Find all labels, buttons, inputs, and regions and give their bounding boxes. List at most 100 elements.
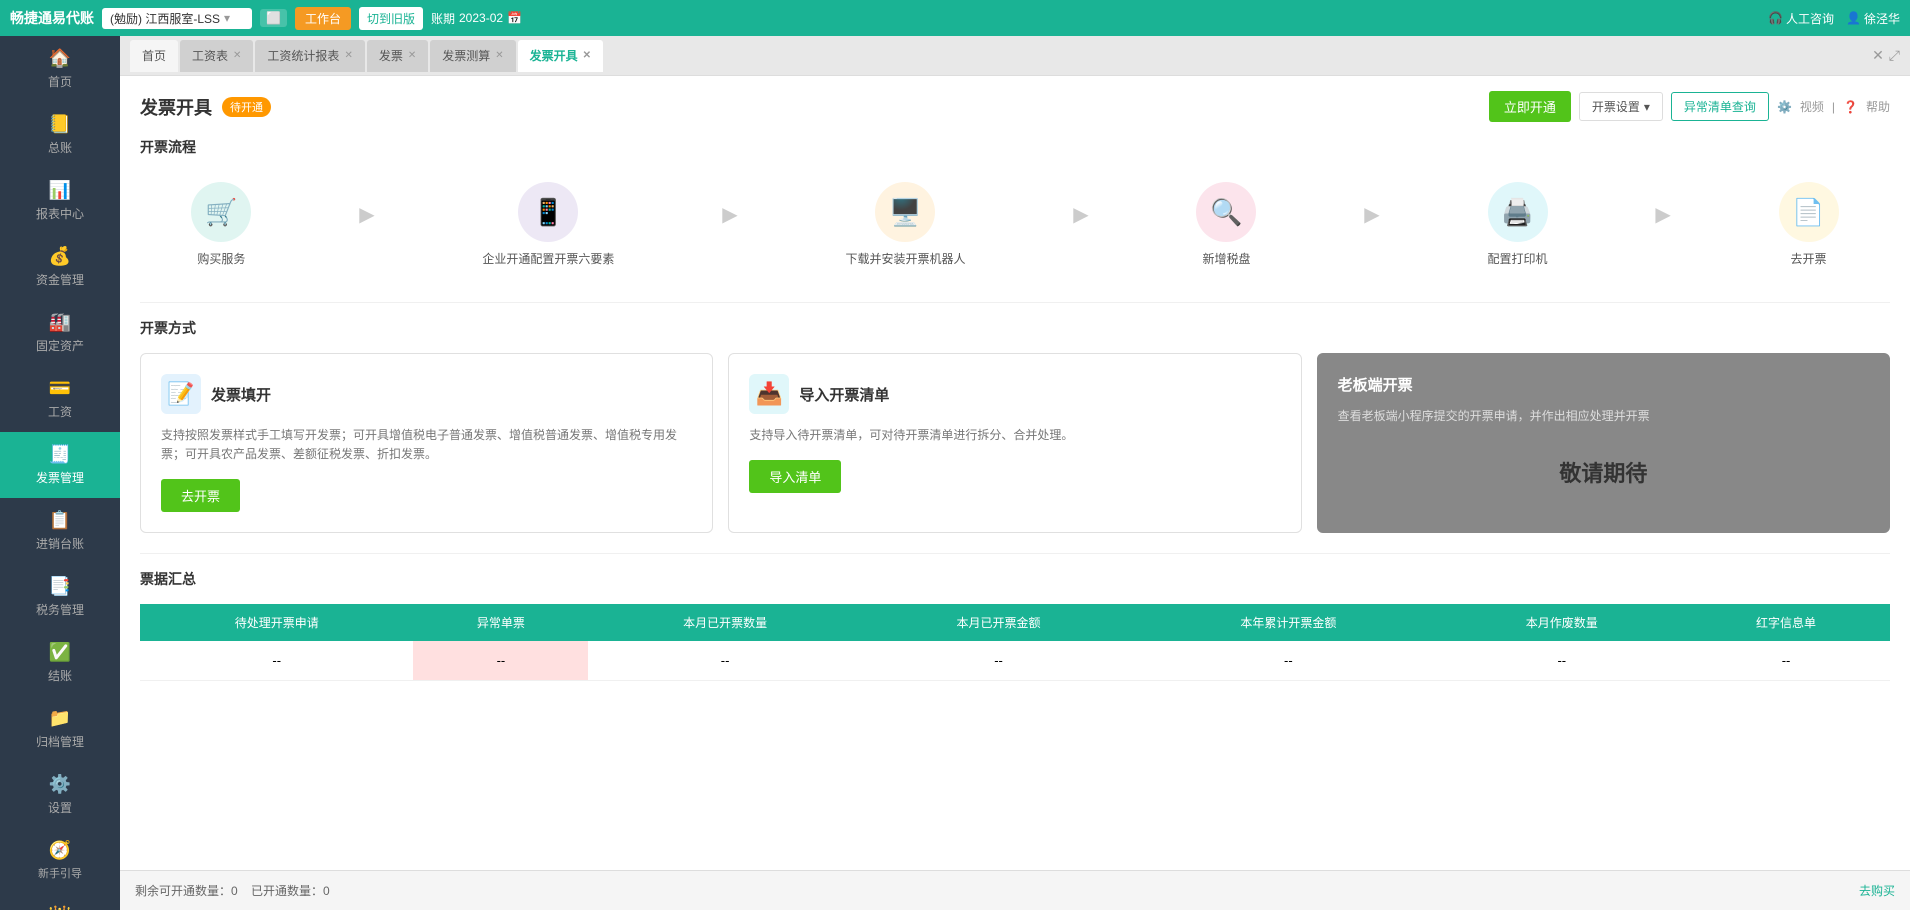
tab-invoice-calc[interactable]: 发票测算 ✕ [430, 40, 515, 72]
ticket-summary-title: 票据汇总 [140, 569, 1890, 589]
top-bar: 畅捷通易代账 (勉励) 江西服室-LSS ▾ ⬜ 工作台 切到旧版 账期 202… [0, 0, 1910, 36]
tab-close-icon[interactable]: ✕ [408, 50, 416, 61]
method-card-header: 老板端开票 [1338, 374, 1869, 395]
process-step-label: 新增税盘 [1202, 250, 1250, 267]
sidebar-item-payroll[interactable]: 💳 工资 [0, 366, 120, 432]
sidebar-item-fund[interactable]: 💰 资金管理 [0, 234, 120, 300]
process-step-issue: 📄 去开票 [1779, 182, 1839, 267]
user-name: 徐泾华 [1864, 10, 1900, 27]
col-void-count: 本月作废数量 [1442, 604, 1683, 641]
col-monthly-count: 本月已开票数量 [588, 604, 861, 641]
sidebar-item-label: 归档管理 [36, 733, 84, 750]
calendar-icon[interactable]: 📅 [507, 11, 522, 25]
workbench-button[interactable]: 工作台 [295, 7, 351, 30]
sidebar-item-label: 发票管理 [36, 469, 84, 486]
settle-icon: ✅ [49, 642, 71, 663]
table-header-row: 待处理开票申请 异常单票 本月已开票数量 本月已开票金额 本年累计开票金额 本月… [140, 604, 1890, 641]
table-row: -- -- -- -- -- -- -- [140, 641, 1890, 681]
tab-close-icon[interactable]: ✕ [495, 50, 503, 61]
add-taxbox-icon: 🔍 [1196, 182, 1256, 242]
go-issue-button[interactable]: 去开票 [161, 479, 240, 512]
page-header-actions: 立即开通 开票设置 ▾ 异常清单查询 ⚙️ 视频 | ❓ 帮助 [1489, 91, 1890, 122]
sidebar-item-label: 进销台账 [36, 535, 84, 552]
view-icon: ⚙️ [1777, 100, 1792, 114]
enterprise-config-icon: 📱 [518, 182, 578, 242]
process-step-download: 🖥️ 下载并安装开票机器人 [845, 182, 965, 267]
sidebar-item-label: 资金管理 [36, 271, 84, 288]
app-logo: 畅捷通易代账 [10, 8, 94, 28]
invoice-methods-title: 开票方式 [140, 318, 1890, 338]
method-card-header: 📝 发票填开 [161, 374, 692, 414]
buy-link[interactable]: 去购买 [1859, 882, 1895, 899]
sidebar-item-tax[interactable]: 📑 税务管理 [0, 564, 120, 630]
sidebar-item-asset[interactable]: 🏭 固定资产 [0, 300, 120, 366]
tab-label: 发票开具 [530, 47, 578, 64]
tab-label: 工资表 [192, 47, 228, 64]
restore-icon[interactable]: ⤢ [1889, 47, 1900, 64]
consult-button[interactable]: 🎧 人工咨询 [1768, 10, 1834, 27]
col-abnormal: 异常单票 [413, 604, 588, 641]
immediate-open-button[interactable]: 立即开通 [1489, 91, 1571, 122]
buy-service-icon: 🛒 [191, 182, 251, 242]
sidebar-item-purchase[interactable]: 📋 进销台账 [0, 498, 120, 564]
import-list-button[interactable]: 导入清单 [749, 460, 841, 493]
sidebar-item-member[interactable]: 👑 畅会员 [0, 893, 120, 910]
tab-close-icon[interactable]: ✕ [233, 50, 241, 61]
method-title: 老板端开票 [1338, 374, 1413, 395]
process-step-label: 购买服务 [197, 250, 245, 267]
method-desc: 查看老板端小程序提交的开票申请，并作出相应处理并开票 [1338, 407, 1869, 426]
main-layout: 🏠 首页 📒 总账 📊 报表中心 💰 资金管理 🏭 固定资产 💳 工资 🧾 发票… [0, 36, 1910, 910]
purchase-icon: 📋 [49, 510, 71, 531]
settings-button[interactable]: 开票设置 ▾ [1579, 92, 1663, 121]
sidebar-item-ledger[interactable]: 📒 总账 [0, 102, 120, 168]
period-value: 2023-02 [459, 11, 503, 25]
abnormal-query-button[interactable]: 异常清单查询 [1671, 92, 1769, 121]
invoice-methods: 📝 发票填开 支持按照发票样式手工填写开发票；可开具增值税电子普通发票、增值税普… [140, 353, 1890, 533]
tab-label: 发票 [379, 47, 403, 64]
divider2 [140, 553, 1890, 554]
sidebar-item-invoice[interactable]: 🧾 发票管理 [0, 432, 120, 498]
tab-home[interactable]: 首页 [130, 40, 178, 72]
method-card-header: 📥 导入开票清单 [749, 374, 1280, 414]
sidebar-item-report[interactable]: 📊 报表中心 [0, 168, 120, 234]
tab-salary-report[interactable]: 工资统计报表 ✕ [255, 40, 364, 72]
arrow-icon: ▶ [1655, 202, 1670, 247]
switch-version-button[interactable]: 切到旧版 [359, 7, 423, 30]
tax-icon: 📑 [49, 576, 71, 597]
page-header: 发票开具 待开通 立即开通 开票设置 ▾ 异常清单查询 ⚙️ 视频 | ❓ [140, 91, 1890, 122]
settings-icon: ⚙️ [49, 774, 71, 795]
process-step-label: 配置打印机 [1488, 250, 1548, 267]
copy-icon[interactable]: ⬜ [260, 9, 287, 27]
status-badge: 待开通 [222, 97, 271, 117]
tab-close-icon[interactable]: ✕ [344, 50, 352, 61]
company-selector[interactable]: (勉励) 江西服室-LSS ▾ [102, 8, 252, 29]
arrow-icon: ▶ [1073, 202, 1088, 247]
sidebar-item-archive[interactable]: 📁 归档管理 [0, 696, 120, 762]
help-label: 帮助 [1866, 98, 1890, 115]
sidebar: 🏠 首页 📒 总账 📊 报表中心 💰 资金管理 🏭 固定资产 💳 工资 🧾 发票… [0, 36, 120, 910]
method-title: 发票填开 [211, 384, 271, 405]
page-title: 发票开具 [140, 94, 212, 120]
sidebar-item-home[interactable]: 🏠 首页 [0, 36, 120, 102]
avatar-icon: 👤 [1846, 11, 1861, 25]
config-printer-icon: 🖨️ [1488, 182, 1548, 242]
tab-label: 工资统计报表 [267, 47, 339, 64]
summary-table: 待处理开票申请 异常单票 本月已开票数量 本月已开票金额 本年累计开票金额 本月… [140, 604, 1890, 681]
tab-invoice-issue[interactable]: 发票开具 ✕ [518, 40, 603, 72]
sidebar-item-guide[interactable]: 🧭 新手引导 [0, 828, 120, 893]
process-flow-title: 开票流程 [140, 137, 1890, 157]
sidebar-item-settle[interactable]: ✅ 结账 [0, 630, 120, 696]
coming-soon-label: 敬请期待 [1338, 456, 1869, 488]
arrow-icon: ▶ [359, 202, 374, 247]
tab-salary-table[interactable]: 工资表 ✕ [180, 40, 253, 72]
tab-label: 首页 [142, 47, 166, 64]
cell-monthly-amount: -- [862, 641, 1135, 681]
tab-close-icon[interactable]: ✕ [583, 50, 591, 61]
col-pending: 待处理开票申请 [140, 604, 413, 641]
close-all-tabs-icon[interactable]: ✕ [1872, 47, 1884, 64]
cell-monthly-count: -- [588, 641, 861, 681]
sidebar-item-settings[interactable]: ⚙️ 设置 [0, 762, 120, 828]
user-avatar[interactable]: 👤 徐泾华 [1846, 10, 1900, 27]
sidebar-item-label: 总账 [48, 139, 72, 156]
tab-invoice[interactable]: 发票 ✕ [367, 40, 428, 72]
